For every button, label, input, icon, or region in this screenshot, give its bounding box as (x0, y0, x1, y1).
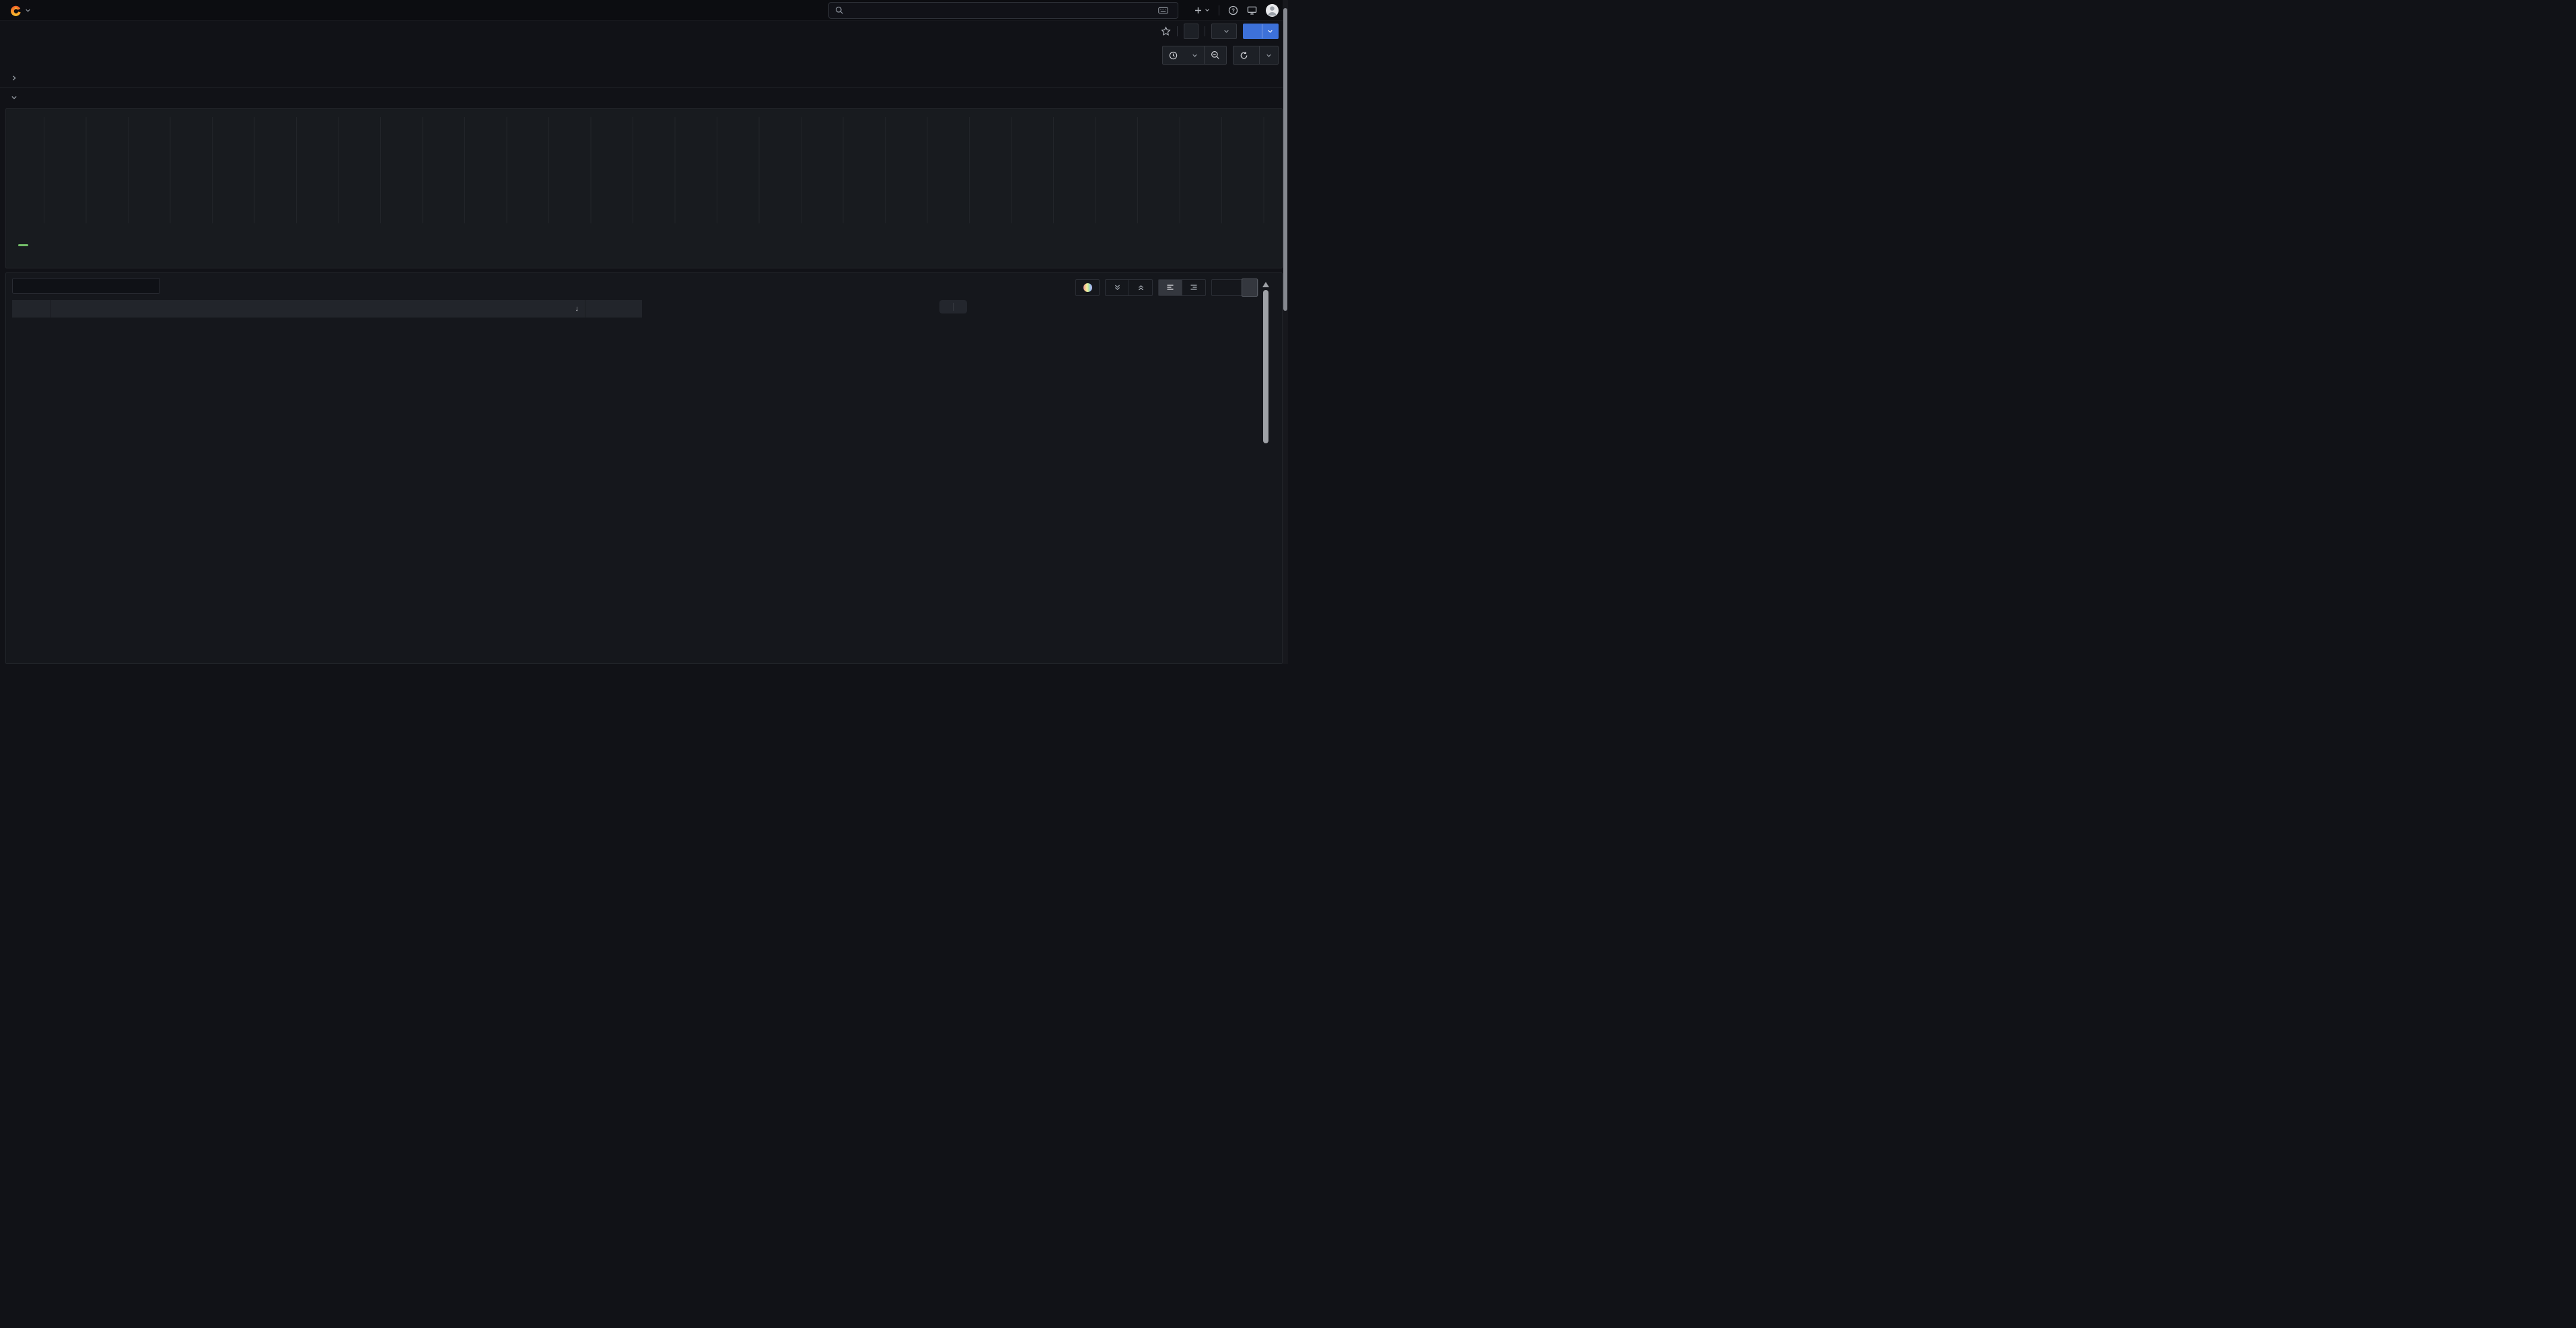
template-variables-row (0, 42, 1288, 69)
mode-top-table[interactable] (1212, 280, 1227, 295)
align-text-left-button[interactable] (1159, 280, 1182, 295)
align-text-right-button[interactable] (1182, 280, 1205, 295)
color-scheme-button[interactable] (1075, 279, 1100, 296)
new-button[interactable] (1194, 6, 1210, 15)
table-header-row: ↓ (12, 300, 642, 318)
scroll-up-arrow-icon[interactable] (1262, 282, 1269, 287)
bar-series (44, 117, 1275, 223)
chevron-down-icon (1192, 52, 1198, 59)
chevron-right-icon (11, 75, 17, 81)
share-menu-caret[interactable] (1262, 24, 1278, 38)
refresh-icon (1240, 51, 1248, 60)
refresh-interval-caret[interactable] (1259, 46, 1278, 64)
chevron-down-icon[interactable] (25, 7, 31, 13)
collapse-all-button[interactable] (1106, 280, 1129, 295)
page-scrollbar-thumb[interactable] (1283, 8, 1287, 311)
favorite-star-icon[interactable] (1161, 26, 1171, 36)
flame-scrollbar[interactable] (1262, 282, 1269, 655)
keyboard-icon (1158, 7, 1168, 14)
export-button[interactable] (1211, 24, 1237, 39)
zoom-out-button[interactable] (1204, 46, 1226, 64)
zoom-out-icon (1211, 50, 1220, 60)
plot-area (44, 117, 1275, 223)
flame-scrollbar-thumb[interactable] (1263, 290, 1268, 443)
help-icon[interactable]: ? (1228, 5, 1238, 15)
flame-graph-area (647, 278, 1276, 659)
top-navbar: ? (0, 0, 1288, 21)
grafana-logo-icon[interactable] (9, 4, 22, 17)
y-axis (10, 117, 44, 223)
news-monitor-icon[interactable] (1247, 5, 1257, 15)
mode-flame-graph[interactable] (1227, 280, 1242, 295)
dashboard-header (0, 21, 1288, 42)
flame-summary-badge (939, 300, 967, 313)
palette-icon (1083, 283, 1092, 292)
edit-button[interactable] (1184, 24, 1198, 39)
keyboard-shortcut (1158, 7, 1172, 14)
chevron-down-icon (1223, 28, 1229, 34)
page-scrollbar[interactable] (1283, 0, 1288, 664)
search-icon (835, 6, 844, 15)
flame-controls (647, 279, 1258, 295)
x-axis (48, 226, 1275, 236)
profiling-panel: ↓ (5, 272, 1283, 664)
symbol-search-input[interactable] (12, 278, 160, 294)
row-help[interactable] (0, 69, 1288, 88)
column-total[interactable] (585, 300, 642, 318)
share-button[interactable] (1243, 24, 1279, 39)
mode-both[interactable] (1242, 279, 1258, 297)
legend-swatch (18, 244, 28, 246)
svg-text:?: ? (1231, 7, 1235, 13)
sort-desc-icon: ↓ (575, 305, 579, 313)
oncpu-chart-panel (5, 108, 1283, 268)
expand-all-button[interactable] (1129, 280, 1152, 295)
view-mode-switch (1211, 279, 1258, 296)
global-search-input[interactable] (828, 2, 1178, 19)
chart-legend[interactable] (10, 236, 1275, 252)
time-range-picker[interactable] (1163, 46, 1204, 64)
column-self[interactable]: ↓ (525, 300, 585, 318)
chevron-down-icon (11, 94, 17, 101)
top-table: ↓ (12, 300, 642, 318)
clock-icon (1169, 51, 1178, 60)
user-avatar[interactable] (1266, 4, 1279, 17)
divider (1177, 26, 1178, 36)
row-autoprofiling[interactable] (0, 88, 1288, 107)
refresh-button[interactable] (1233, 46, 1259, 64)
